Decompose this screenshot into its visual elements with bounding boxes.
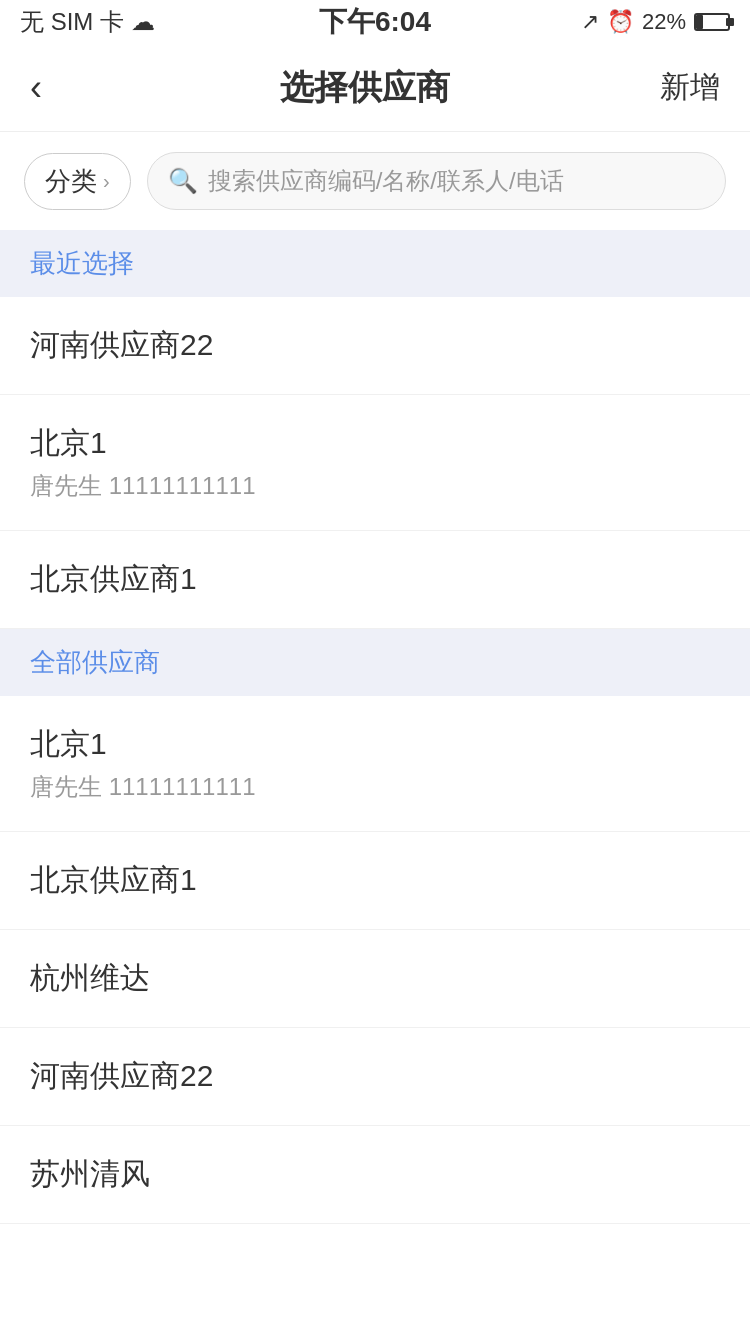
battery-status: 22%: [642, 9, 686, 35]
category-label: 分类: [45, 164, 97, 199]
section-header-all: 全部供应商: [0, 629, 750, 696]
list-item[interactable]: 河南供应商22: [0, 1028, 750, 1126]
list-item[interactable]: 北京1 唐先生 11111111111: [0, 696, 750, 832]
status-time: 下午6:04: [319, 3, 431, 41]
sim-status: 无 SIM 卡 ☁: [20, 6, 155, 38]
category-filter-button[interactable]: 分类 ›: [24, 153, 131, 210]
status-bar: 无 SIM 卡 ☁ 下午6:04 ↗ ⏰ 22%: [0, 0, 750, 44]
item-name: 杭州维达: [30, 958, 720, 999]
item-name: 北京1: [30, 724, 720, 765]
status-right: ↗ ⏰ 22%: [581, 9, 730, 35]
list-item[interactable]: 北京供应商1: [0, 531, 750, 629]
battery-icon: [694, 13, 730, 31]
item-name: 北京供应商1: [30, 559, 720, 600]
search-box[interactable]: 🔍 搜索供应商编码/名称/联系人/电话: [147, 152, 726, 210]
item-name: 河南供应商22: [30, 325, 720, 366]
back-button[interactable]: ‹: [30, 67, 90, 109]
item-name: 河南供应商22: [30, 1056, 720, 1097]
alarm-icon: ⏰: [607, 9, 634, 35]
chevron-right-icon: ›: [103, 170, 110, 193]
supplier-list: 最近选择河南供应商22 北京1 唐先生 11111111111 北京供应商1 全部供应商…: [0, 230, 750, 1224]
list-item[interactable]: 杭州维达: [0, 930, 750, 1028]
filter-bar: 分类 › 🔍 搜索供应商编码/名称/联系人/电话: [0, 132, 750, 230]
search-icon: 🔍: [168, 167, 198, 195]
list-item[interactable]: 苏州清风: [0, 1126, 750, 1224]
location-icon: ↗: [581, 9, 599, 35]
item-name: 苏州清风: [30, 1154, 720, 1195]
item-sub: 唐先生 11111111111: [30, 771, 720, 803]
section-header-recent: 最近选择: [0, 230, 750, 297]
list-item[interactable]: 北京供应商1: [0, 832, 750, 930]
item-name: 北京1: [30, 423, 720, 464]
add-button[interactable]: 新增: [640, 67, 720, 108]
page-title: 选择供应商: [280, 65, 450, 111]
list-item[interactable]: 北京1 唐先生 11111111111: [0, 395, 750, 531]
item-sub: 唐先生 11111111111: [30, 470, 720, 502]
status-left: 无 SIM 卡 ☁: [20, 6, 155, 38]
nav-bar: ‹ 选择供应商 新增: [0, 44, 750, 132]
search-placeholder: 搜索供应商编码/名称/联系人/电话: [208, 165, 564, 197]
list-item[interactable]: 河南供应商22: [0, 297, 750, 395]
item-name: 北京供应商1: [30, 860, 720, 901]
